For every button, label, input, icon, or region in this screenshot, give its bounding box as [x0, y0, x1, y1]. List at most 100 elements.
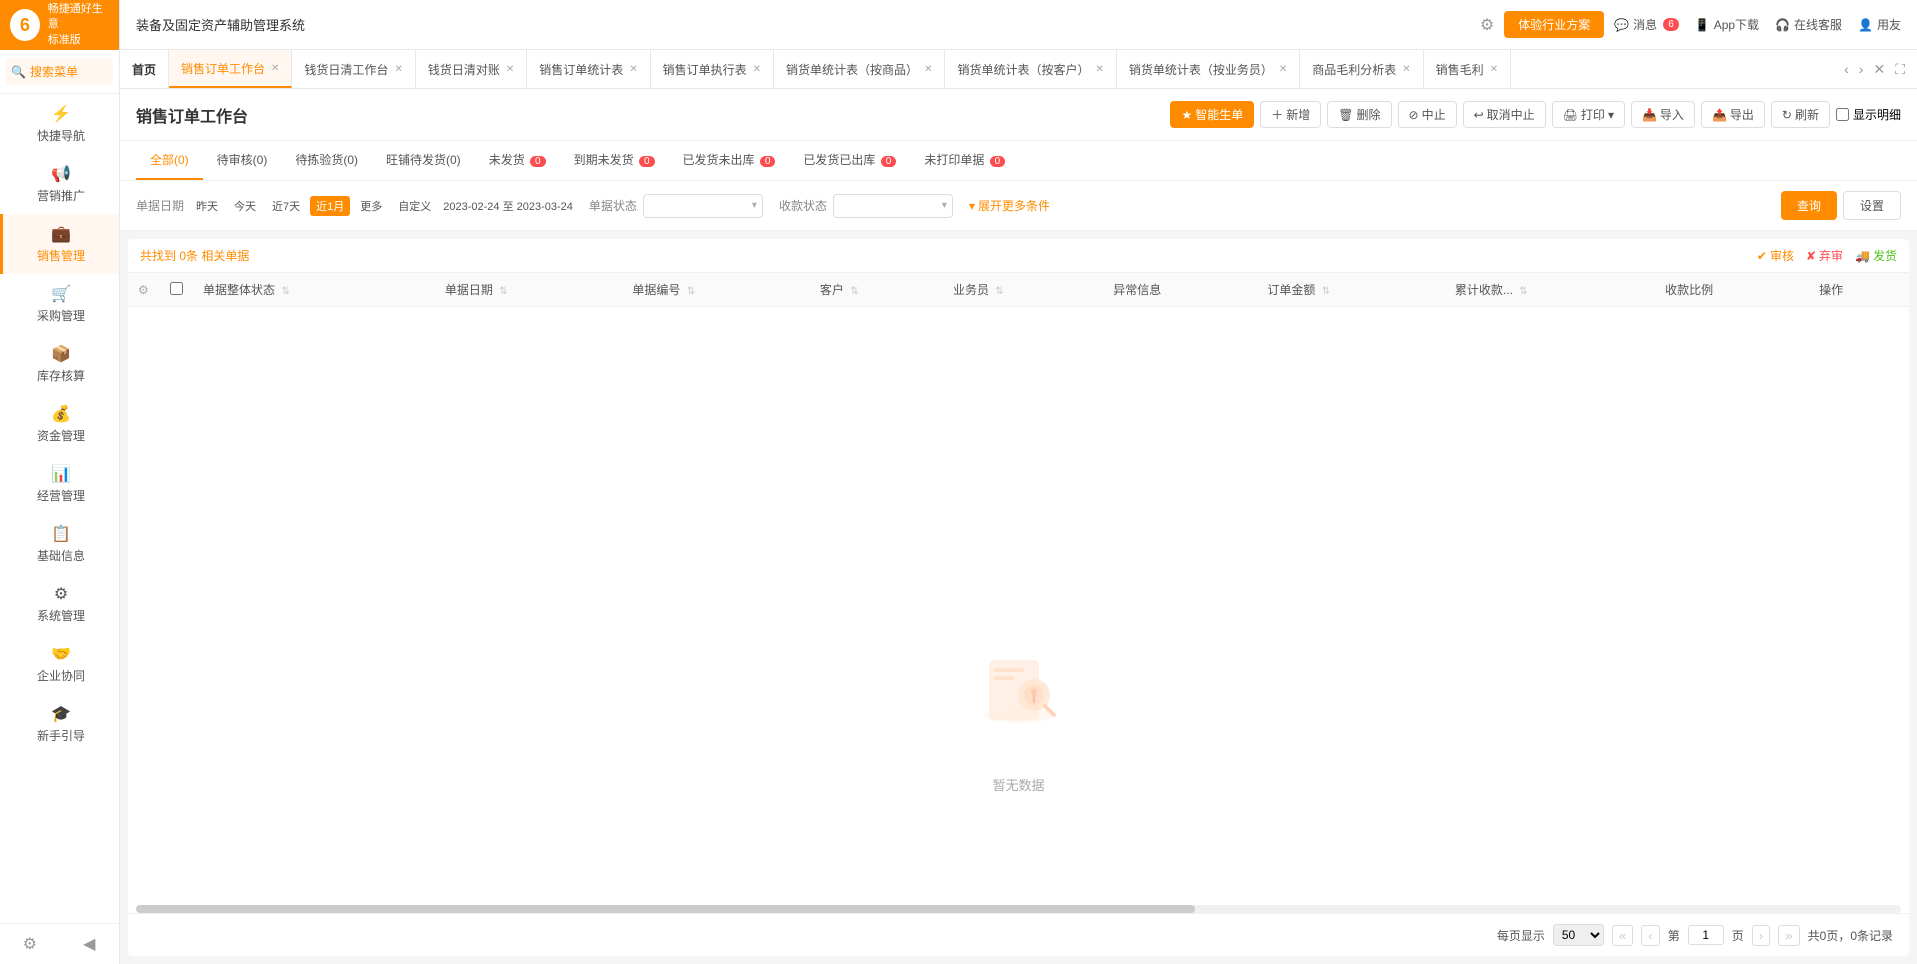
sidebar-item-purchase[interactable]: 🛒 采购管理 [0, 274, 119, 334]
tab-close-all-button[interactable]: ✕ [1869, 61, 1889, 78]
industry-solution-button[interactable]: 体验行业方案 [1504, 11, 1604, 38]
filter-tab-shipped-not-out[interactable]: 已发货未出库 0 [669, 141, 790, 180]
filter-tab-all[interactable]: 全部(0) [136, 141, 203, 180]
date-yesterday-button[interactable]: 昨天 [190, 196, 224, 216]
setting-button[interactable]: 设置 [1843, 191, 1901, 220]
sidebar-item-system[interactable]: ⚙ 系统管理 [0, 574, 119, 634]
topbar-settings-icon[interactable]: ⚙ [1480, 15, 1494, 35]
app-download-button[interactable]: 📱 App下载 [1695, 16, 1759, 33]
online-service-button[interactable]: 🎧 在线客服 [1775, 16, 1842, 33]
sidebar-settings-button[interactable]: ⚙ [0, 924, 60, 964]
tab-close-icon[interactable]: ✕ [1402, 64, 1410, 75]
settings-col-header[interactable]: ⚙ [128, 273, 160, 307]
tab-sales-exec[interactable]: 销售订单执行表 ✕ [651, 50, 774, 88]
new-button[interactable]: ＋ 新增 [1260, 101, 1321, 128]
page-input[interactable] [1688, 925, 1724, 945]
tab-close-icon[interactable]: ✕ [1279, 64, 1287, 75]
date-7days-button[interactable]: 近7天 [266, 196, 306, 216]
content-area: 销售订单工作台 ★ 智能生单 ＋ 新增 🗑 删除 ⊘ 中止 [120, 89, 1917, 964]
import-button[interactable]: 📥 导入 [1631, 101, 1695, 128]
sidebar-item-inventory[interactable]: 📦 库存核算 [0, 334, 119, 394]
col-customer: 客户 ⇅ [810, 273, 943, 307]
date-more-button[interactable]: 更多 [354, 196, 388, 216]
sort-icon[interactable]: ⇅ [499, 286, 507, 297]
scrollbar-thumb[interactable] [136, 905, 1195, 913]
prev-page-button[interactable]: ‹ [1641, 925, 1659, 946]
tab-sales-margin[interactable]: 销售毛利 ✕ [1424, 50, 1511, 88]
cancel-audit-button[interactable]: ✘ 弃审 [1806, 247, 1843, 264]
refresh-button[interactable]: ↻ 刷新 [1771, 101, 1830, 128]
cancel-stop-button[interactable]: ↩ 取消中止 [1463, 101, 1546, 128]
sidebar-item-marketing[interactable]: 📢 营销推广 [0, 154, 119, 214]
date-1month-button[interactable]: 近1月 [310, 196, 350, 216]
status-select[interactable] [643, 194, 763, 218]
tab-close-icon[interactable]: ✕ [506, 64, 514, 75]
tab-cash-clear-workbench[interactable]: 钱货日清工作台 ✕ [292, 50, 415, 88]
sidebar-item-enterprise[interactable]: 🤝 企业协同 [0, 634, 119, 694]
expand-conditions-button[interactable]: ▾ 展开更多条件 [969, 197, 1050, 214]
delete-button[interactable]: 🗑 删除 [1327, 101, 1391, 128]
horizontal-scrollbar[interactable] [136, 905, 1901, 913]
filter-tab-unshipped[interactable]: 未发货 0 [475, 141, 560, 180]
filter-tab-overdue-unshipped[interactable]: 到期未发货 0 [560, 141, 669, 180]
ship-button[interactable]: 🚚 发货 [1855, 247, 1897, 264]
payment-select[interactable] [833, 194, 953, 218]
tab-sales-stats[interactable]: 销售订单统计表 ✕ [527, 50, 650, 88]
column-settings-icon[interactable]: ⚙ [138, 283, 149, 297]
data-table: ⚙ 单据整体状态 ⇅ 单据日期 ⇅ [128, 273, 1909, 307]
sort-icon[interactable]: ⇅ [1519, 286, 1527, 297]
message-button[interactable]: 💬 消息 6 [1614, 16, 1679, 33]
query-button[interactable]: 查询 [1781, 191, 1837, 220]
tab-cash-reconcile[interactable]: 钱货日清对账 ✕ [416, 50, 527, 88]
sidebar-item-quick-nav[interactable]: ⚡ 快捷导航 [0, 94, 119, 154]
audit-button[interactable]: ✔ 审核 [1757, 247, 1794, 264]
filter-tab-wangpu-pending[interactable]: 旺铺待发货(0) [372, 141, 475, 180]
user-menu-button[interactable]: 👤 用友 [1858, 16, 1901, 33]
tab-fullscreen-button[interactable]: ⛶ [1891, 61, 1909, 78]
sort-icon[interactable]: ⇅ [687, 286, 695, 297]
first-page-button[interactable]: « [1612, 925, 1633, 946]
search-menu-button[interactable]: 🔍 搜索菜单 [6, 58, 113, 85]
show-detail-checkbox[interactable] [1836, 108, 1849, 121]
filter-tab-unprinted[interactable]: 未打印单据 0 [910, 141, 1019, 180]
tab-product-margin[interactable]: 商品毛利分析表 ✕ [1300, 50, 1423, 88]
filter-tab-pending-review[interactable]: 待审核(0) [203, 141, 282, 180]
date-today-button[interactable]: 今天 [228, 196, 262, 216]
stop-button[interactable]: ⊘ 中止 [1398, 101, 1457, 128]
tab-close-icon[interactable]: ✕ [629, 64, 637, 75]
sidebar-item-guide[interactable]: 🎓 新手引导 [0, 694, 119, 754]
sort-icon[interactable]: ⇅ [281, 286, 289, 297]
tab-close-icon[interactable]: ✕ [1095, 64, 1103, 75]
sort-icon[interactable]: ⇅ [850, 286, 858, 297]
tab-sales-by-product[interactable]: 销货单统计表（按商品） ✕ [774, 50, 945, 88]
sidebar-item-sales[interactable]: 💼 销售管理 [0, 214, 119, 274]
date-custom-button[interactable]: 自定义 [392, 196, 437, 216]
show-detail-label[interactable]: 显示明细 [1836, 106, 1901, 123]
tab-home[interactable]: 首页 [120, 50, 169, 88]
tab-close-icon[interactable]: ✕ [1490, 64, 1498, 75]
export-button[interactable]: 📤 导出 [1701, 101, 1765, 128]
sort-icon[interactable]: ⇅ [1322, 286, 1330, 297]
last-page-button[interactable]: » [1778, 925, 1799, 946]
tab-close-icon[interactable]: ✕ [924, 64, 932, 75]
tab-close-icon[interactable]: ✕ [271, 63, 279, 74]
filter-tab-shipped-out[interactable]: 已发货已出库 0 [789, 141, 910, 180]
next-page-button[interactable]: › [1752, 925, 1770, 946]
tab-close-icon[interactable]: ✕ [753, 64, 761, 75]
tab-sales-by-customer[interactable]: 销货单统计表（按客户） ✕ [945, 50, 1116, 88]
select-all-checkbox[interactable] [170, 282, 183, 295]
sidebar-collapse-button[interactable]: ◀ [60, 924, 120, 964]
smart-create-button[interactable]: ★ 智能生单 [1170, 101, 1254, 128]
print-button[interactable]: 🖨 打印 ▾ [1552, 101, 1625, 128]
sort-icon[interactable]: ⇅ [995, 286, 1003, 297]
filter-tab-pending-check[interactable]: 待拣验货(0) [281, 141, 372, 180]
tab-scroll-right-button[interactable]: › [1855, 61, 1868, 77]
sidebar-item-basic-info[interactable]: 📋 基础信息 [0, 514, 119, 574]
per-page-select[interactable]: 50 10 20 100 [1553, 924, 1604, 946]
tab-scroll-left-button[interactable]: ‹ [1840, 61, 1853, 77]
tab-close-icon[interactable]: ✕ [394, 64, 402, 75]
sidebar-item-finance[interactable]: 💰 资金管理 [0, 394, 119, 454]
tab-sales-workbench[interactable]: 销售订单工作台 ✕ [169, 50, 292, 88]
sidebar-item-operations[interactable]: 📊 经营管理 [0, 454, 119, 514]
tab-sales-by-staff[interactable]: 销货单统计表（按业务员） ✕ [1117, 50, 1300, 88]
